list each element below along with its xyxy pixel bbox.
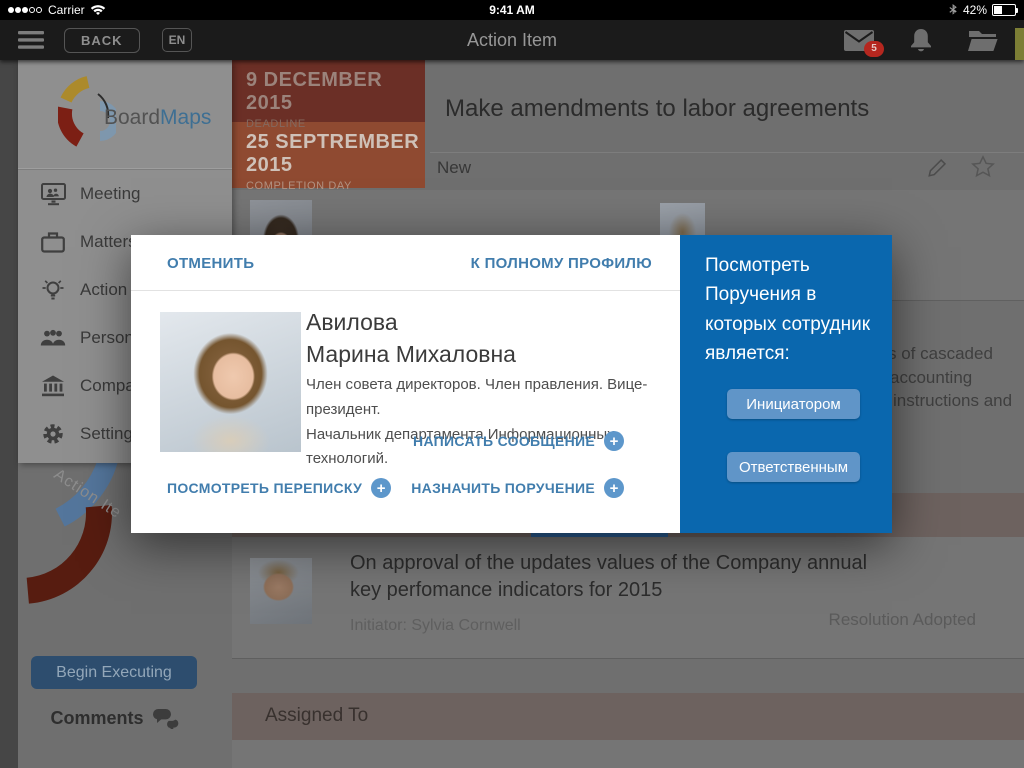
mail-badge: 5 bbox=[864, 40, 884, 57]
as-responsible-button[interactable]: Ответственным bbox=[727, 452, 860, 482]
resolution-status: Resolution Adopted bbox=[828, 610, 976, 629]
assigned-to-content bbox=[232, 740, 1024, 768]
description-fragment: instructions and bbox=[893, 391, 1013, 410]
as-initiator-button[interactable]: Инициатором bbox=[727, 389, 860, 419]
status-right: 42% bbox=[949, 3, 1018, 17]
battery-icon bbox=[992, 4, 1018, 16]
assign-task-label: НАЗНАЧИТЬ ПОРУЧЕНИЕ bbox=[411, 480, 595, 496]
sidebar-divider bbox=[18, 168, 232, 169]
back-button[interactable]: BACK bbox=[64, 27, 140, 53]
view-correspondence-label: ПОСМОТРЕТЬ ПЕРЕПИСКУ bbox=[167, 480, 363, 496]
lightbulb-icon bbox=[40, 278, 66, 302]
gear-icon bbox=[40, 423, 66, 445]
language-button[interactable]: EN bbox=[161, 28, 193, 52]
deadline-date: 9 DECEMBER 2015 bbox=[246, 69, 383, 114]
resolution-initiator-avatar bbox=[250, 558, 312, 624]
cancel-button[interactable]: ОТМЕНИТЬ bbox=[167, 255, 254, 272]
begin-executing-button[interactable]: Begin Executing bbox=[31, 656, 197, 689]
write-message-button[interactable]: НАПИСАТЬ СООБЩЕНИЕ + bbox=[413, 431, 624, 451]
modal-divider bbox=[131, 290, 680, 291]
carrier-label: Carrier bbox=[48, 3, 85, 17]
side-panel-text: Посмотреть Поручения в которых сотрудник… bbox=[705, 255, 871, 365]
date-column: 9 DECEMBER 2015 DEADLINE 25 SEPTREMBER 2… bbox=[232, 60, 425, 192]
nav-bar: Action Item BACK EN 5 bbox=[0, 20, 1024, 60]
edge-tab[interactable] bbox=[1015, 28, 1024, 60]
status-bar: Carrier 9:41 AM 42% bbox=[0, 0, 1024, 20]
full-profile-button[interactable]: К ПОЛНОМУ ПРОФИЛЮ bbox=[471, 255, 652, 272]
clock: 9:41 AM bbox=[489, 3, 535, 17]
description-fragment: accounting bbox=[890, 368, 973, 387]
mail-button[interactable]: 5 bbox=[844, 29, 884, 57]
bank-icon bbox=[40, 375, 66, 397]
view-correspondence-button[interactable]: ПОСМОТРЕТЬ ПЕРЕПИСКУ + bbox=[167, 478, 392, 498]
notifications-button[interactable] bbox=[910, 28, 932, 52]
description-fragment: s of cascaded bbox=[888, 344, 993, 363]
write-message-label: НАПИСАТЬ СООБЩЕНИЕ bbox=[413, 433, 595, 449]
completion-date: 25 SEPTREMBER 2015 bbox=[246, 131, 420, 176]
edit-icon[interactable] bbox=[926, 156, 949, 179]
assign-task-button[interactable]: НАЗНАЧИТЬ ПОРУЧЕНИЕ + bbox=[411, 478, 624, 498]
assigned-to-label: Assigned To bbox=[265, 705, 369, 726]
resolution-initiator: Initiator: Sylvia Cornwell bbox=[350, 617, 521, 634]
deadline-block: 9 DECEMBER 2015 DEADLINE bbox=[232, 60, 425, 130]
resolution-title: On approval of the updates values of the… bbox=[350, 552, 868, 601]
tasks-side-panel: Посмотреть Поручения в которых сотрудник… bbox=[680, 235, 892, 533]
sidebar-item-meeting[interactable]: Meeting bbox=[18, 170, 232, 218]
divider bbox=[430, 152, 1024, 153]
documents-button[interactable] bbox=[968, 30, 998, 51]
signal-strength-icon bbox=[8, 7, 43, 13]
assigned-to-header: Assigned To bbox=[232, 693, 1024, 740]
logo-wordmark: BoardMaps bbox=[104, 106, 212, 129]
wifi-icon bbox=[90, 4, 106, 16]
profile-popover: ОТМЕНИТЬ К ПОЛНОМУ ПРОФИЛЮ Авилова Марин… bbox=[131, 235, 892, 533]
favorite-star-icon[interactable] bbox=[970, 154, 996, 180]
completion-block: 25 SEPTREMBER 2015 COMPLETION DAY bbox=[232, 122, 425, 192]
briefcase-icon bbox=[40, 231, 66, 253]
plus-icon: + bbox=[371, 478, 392, 498]
meeting-icon bbox=[40, 182, 66, 206]
menu-icon[interactable] bbox=[18, 31, 44, 49]
comments-label: Comments bbox=[50, 708, 144, 728]
profile-photo bbox=[160, 312, 301, 452]
profile-description-line: Член совета директоров. Член правления. … bbox=[306, 376, 648, 418]
bell-icon bbox=[910, 28, 932, 52]
profile-name: Авилова Марина Михаловна bbox=[306, 307, 516, 370]
plus-icon: + bbox=[604, 478, 624, 498]
status-label: New bbox=[437, 158, 472, 177]
profile-description: Член совета директоров. Член правления. … bbox=[306, 373, 680, 472]
status-left: Carrier bbox=[8, 3, 106, 17]
folder-icon bbox=[968, 30, 998, 51]
profile-last-name: Авилова bbox=[306, 309, 398, 335]
boardmaps-logo: BoardMaps bbox=[18, 68, 232, 164]
sidebar-item-label: Meeting bbox=[80, 184, 141, 203]
action-item-title: Make amendments to labor agreements bbox=[445, 95, 870, 122]
resolution-card[interactable]: On approval of the updates values of the… bbox=[232, 537, 1024, 659]
plus-icon: + bbox=[604, 431, 624, 451]
profile-first-name: Марина Михаловна bbox=[306, 340, 516, 367]
persons-icon bbox=[40, 329, 66, 347]
comments-icon bbox=[152, 708, 180, 729]
sidebar-item-label: Matters bbox=[80, 232, 137, 251]
battery-percent: 42% bbox=[962, 3, 987, 17]
profile-card: ОТМЕНИТЬ К ПОЛНОМУ ПРОФИЛЮ Авилова Марин… bbox=[131, 235, 680, 533]
bluetooth-icon bbox=[949, 3, 958, 17]
comments-button[interactable]: Comments bbox=[40, 708, 190, 729]
